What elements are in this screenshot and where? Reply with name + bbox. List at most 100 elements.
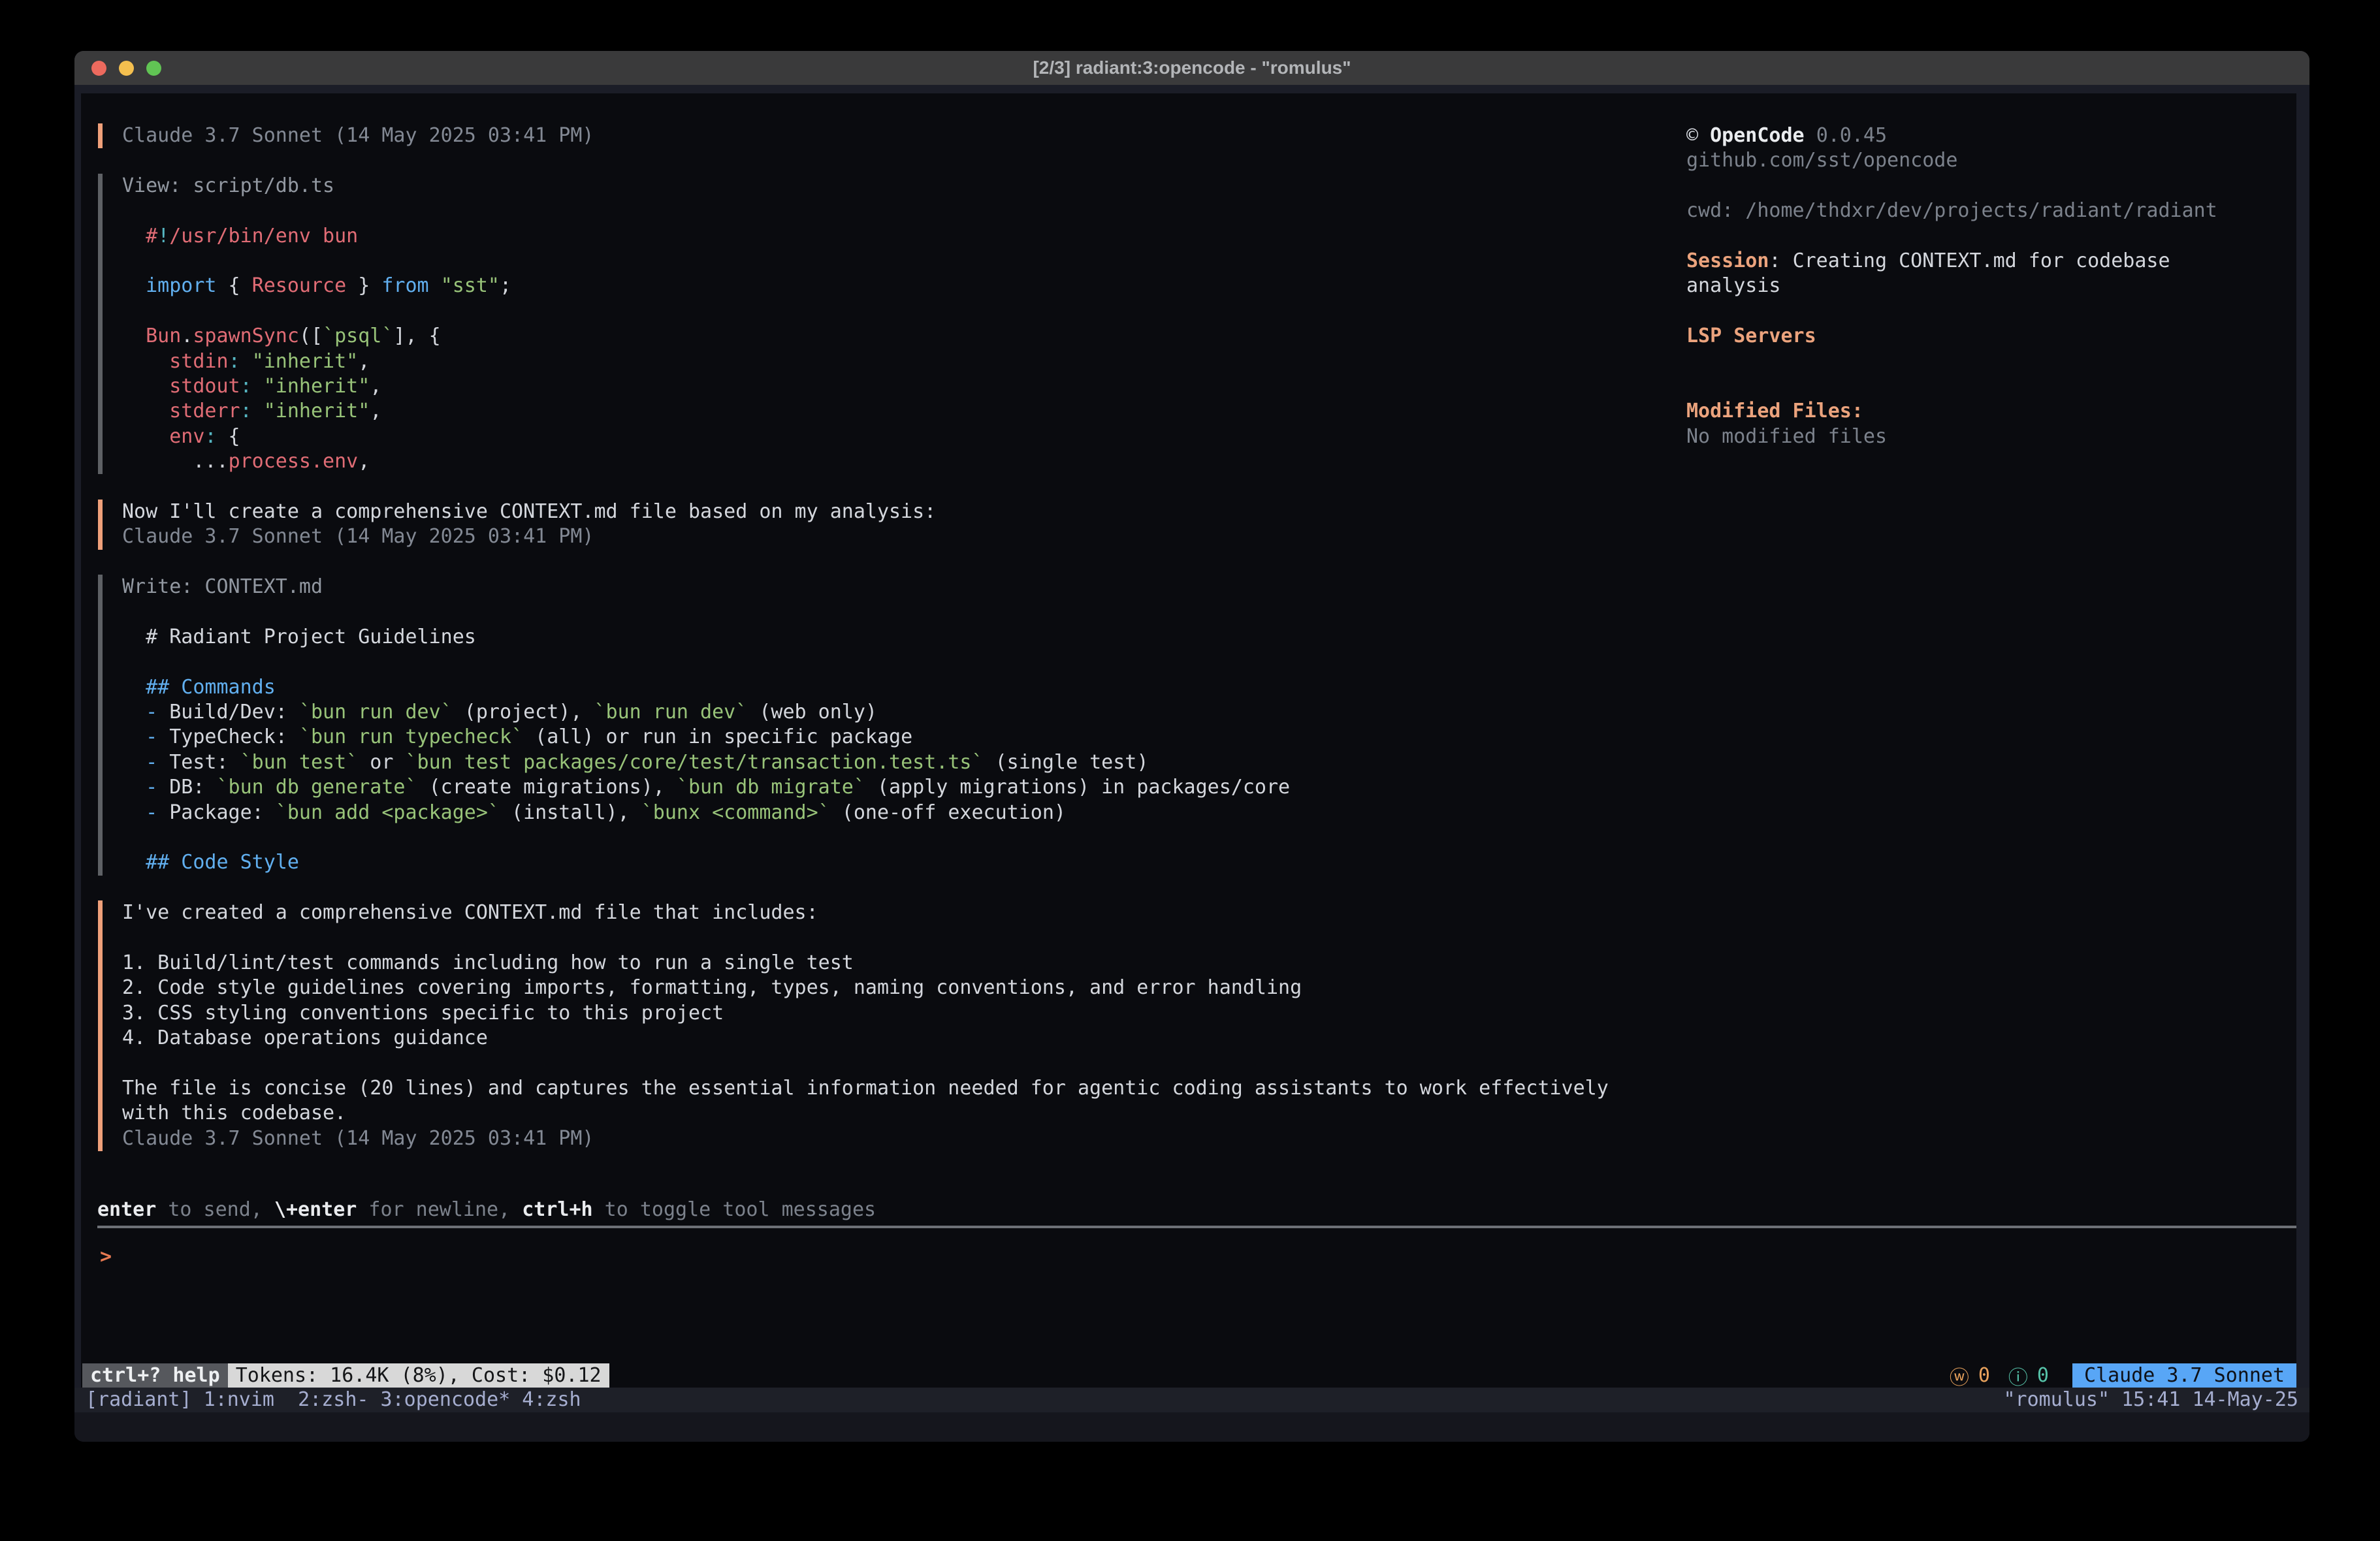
sidebar-row: Modified Files: xyxy=(1686,399,2217,424)
text-segment xyxy=(122,425,169,448)
zoom-button[interactable] xyxy=(146,61,161,76)
text-segment: 0.0.45 xyxy=(1816,124,1887,147)
block-accent-bar xyxy=(98,550,103,575)
text-segment: Bun xyxy=(146,325,181,347)
text-segment: github.com/sst/opencode xyxy=(1686,149,1957,172)
text-line: Claude 3.7 Sonnet (14 May 2025 03:41 PM) xyxy=(122,123,594,148)
text-segment: , xyxy=(358,450,370,473)
chat-row: ## Code Style xyxy=(98,850,2296,875)
text-segment: `bun db migrate` xyxy=(677,776,865,799)
block-accent-bar xyxy=(98,123,103,148)
text-segment: LSP Servers xyxy=(1686,325,1816,347)
text-line: Modified Files: xyxy=(1686,399,1863,424)
text-segment: I've created a comprehensive CONTEXT.md … xyxy=(122,901,818,924)
text-line: cwd: /home/thdxr/dev/projects/radiant/ra… xyxy=(1686,199,2217,223)
text-line: Now I'll create a comprehensive CONTEXT.… xyxy=(122,500,936,524)
block-accent-bar xyxy=(98,775,103,800)
sidebar-row xyxy=(1686,224,2217,249)
text-segment: Test: xyxy=(157,751,240,774)
text-segment: - xyxy=(146,776,157,799)
text-segment: Package: xyxy=(157,801,276,824)
text-segment: spawnSync xyxy=(193,325,299,347)
text-segment xyxy=(122,225,146,247)
block-accent-bar xyxy=(98,449,103,474)
close-button[interactable] xyxy=(91,61,106,76)
sidebar-row xyxy=(1686,349,2217,374)
text-segment: to toggle tool messages xyxy=(593,1198,876,1221)
sidebar-row xyxy=(1686,174,2217,199)
prompt-input[interactable]: > xyxy=(100,1245,112,1269)
help-badge[interactable]: ctrl+? help xyxy=(82,1363,228,1388)
text-segment: Build/Dev: xyxy=(157,701,299,723)
text-segment: OpenCode xyxy=(1710,124,1805,147)
info-icon: ⓘ xyxy=(2008,1361,2028,1390)
chat-row: with this codebase. xyxy=(98,1101,2296,1126)
chat-row xyxy=(98,825,2296,850)
block-accent-bar xyxy=(98,976,103,1000)
sidebar-row: analysis xyxy=(1686,274,2217,298)
text-line: View: script/db.ts xyxy=(122,174,334,199)
text-line: Write: CONTEXT.md xyxy=(122,575,323,599)
text-line: stderr: "inherit", xyxy=(122,399,381,424)
text-segment xyxy=(122,325,146,347)
text-segment: `bun run typecheck` xyxy=(299,725,523,748)
sidebar-row: cwd: /home/thdxr/dev/projects/radiant/ra… xyxy=(1686,199,2217,223)
text-segment: TypeCheck: xyxy=(157,725,299,748)
text-line: No modified files xyxy=(1686,424,1887,449)
text-segment: (install), xyxy=(500,801,641,824)
text-line: LSP Servers xyxy=(1686,324,1816,349)
sidebar-row xyxy=(1686,374,2217,399)
text-segment xyxy=(122,801,146,824)
text-line: 1. Build/lint/test commands including ho… xyxy=(122,951,854,976)
text-segment: DB: xyxy=(157,776,216,799)
diagnostic-info-indicator: ⓘ0 xyxy=(2008,1361,2049,1390)
chat-row xyxy=(98,650,2296,675)
tmux-window-list[interactable]: [radiant] 1:nvim 2:zsh- 3:opencode* 4:zs… xyxy=(86,1388,581,1412)
text-segment: 2. Code style guidelines covering import… xyxy=(122,976,1302,999)
text-segment: # xyxy=(146,225,157,247)
text-line: ## Commands xyxy=(122,675,276,700)
text-segment: (apply migrations) in packages/core xyxy=(865,776,1290,799)
chat-row: 3. CSS styling conventions specific to t… xyxy=(98,1001,2296,1026)
text-line: - Build/Dev: `bun run dev` (project), `b… xyxy=(122,700,877,725)
text-segment: /usr/bin/env bun xyxy=(169,225,358,247)
chat-row xyxy=(98,926,2296,951)
text-line: Claude 3.7 Sonnet (14 May 2025 03:41 PM) xyxy=(122,524,594,549)
tmux-session-clock: "romulus" 15:41 14-May-25 xyxy=(2003,1388,2298,1412)
block-accent-bar xyxy=(98,1076,103,1101)
text-segment: ctrl+h xyxy=(522,1198,592,1221)
text-segment: No modified files xyxy=(1686,425,1887,448)
model-badge[interactable]: Claude 3.7 Sonnet xyxy=(2072,1363,2296,1388)
text-segment: The file is concise (20 lines) and captu… xyxy=(122,1077,1609,1100)
chat-row: - Test: `bun test` or `bun test packages… xyxy=(98,750,2296,775)
text-segment: (single test) xyxy=(984,751,1149,774)
text-segment: - xyxy=(146,701,157,723)
minimize-button[interactable] xyxy=(119,61,134,76)
block-accent-bar xyxy=(98,224,103,249)
status-badges: ctrl+? help Tokens: 16.4K (8%), Cost: $0… xyxy=(82,1363,609,1388)
text-segment: enter xyxy=(97,1198,156,1221)
text-segment xyxy=(122,851,146,874)
chat-row xyxy=(98,1051,2296,1075)
block-accent-bar xyxy=(98,675,103,700)
text-segment: : xyxy=(1769,249,1792,272)
text-segment: Write: CONTEXT.md xyxy=(122,575,323,598)
text-segment: `bun add <package>` xyxy=(276,801,500,824)
text-line: © OpenCode 0.0.45 xyxy=(1686,123,1887,148)
text-line: #!/usr/bin/env bun xyxy=(122,224,358,249)
block-accent-bar xyxy=(98,926,103,951)
chat-row: Claude 3.7 Sonnet (14 May 2025 03:41 PM) xyxy=(98,1126,2296,1151)
text-segment xyxy=(122,400,169,422)
sidebar-row: Session: Creating CONTEXT.md for codebas… xyxy=(1686,249,2217,274)
text-line: 3. CSS styling conventions specific to t… xyxy=(122,1001,724,1026)
tokens-cost-badge: Tokens: 16.4K (8%), Cost: $0.12 xyxy=(228,1363,609,1388)
block-accent-bar xyxy=(98,1051,103,1075)
chat-row: 2. Code style guidelines covering import… xyxy=(98,976,2296,1000)
input-divider xyxy=(97,1226,2296,1228)
block-accent-bar xyxy=(98,374,103,399)
chat-row xyxy=(98,474,2296,499)
text-segment: View: script/db.ts xyxy=(122,174,334,197)
text-segment xyxy=(252,375,264,398)
text-line: github.com/sst/opencode xyxy=(1686,148,1957,173)
titlebar[interactable]: [2/3] radiant:3:opencode - "romulus" xyxy=(74,51,2309,85)
